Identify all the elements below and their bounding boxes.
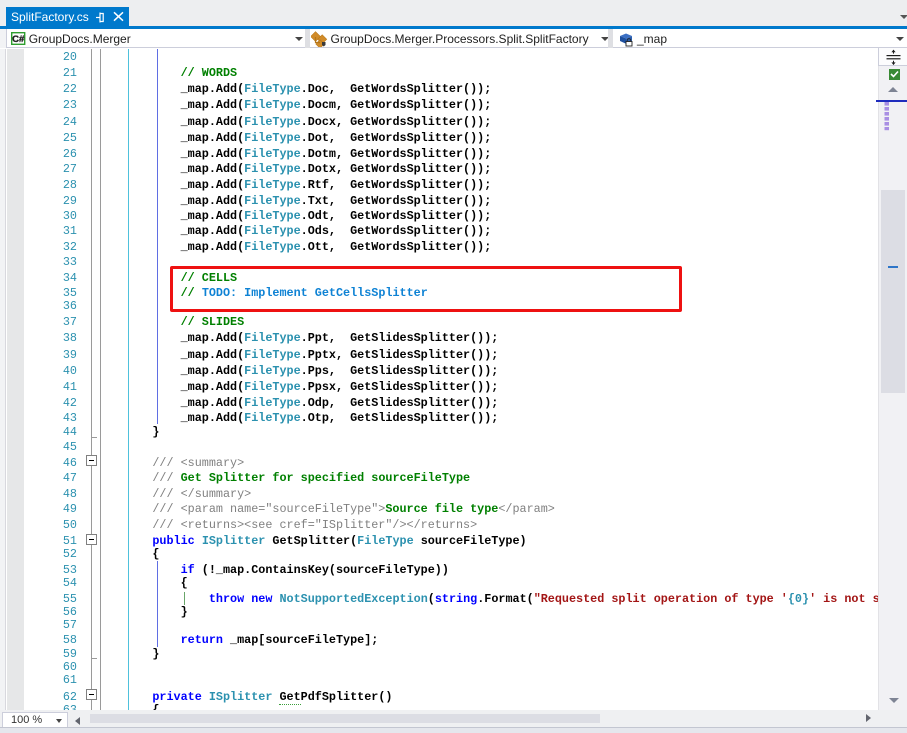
svg-text:C#: C# [12,34,25,45]
